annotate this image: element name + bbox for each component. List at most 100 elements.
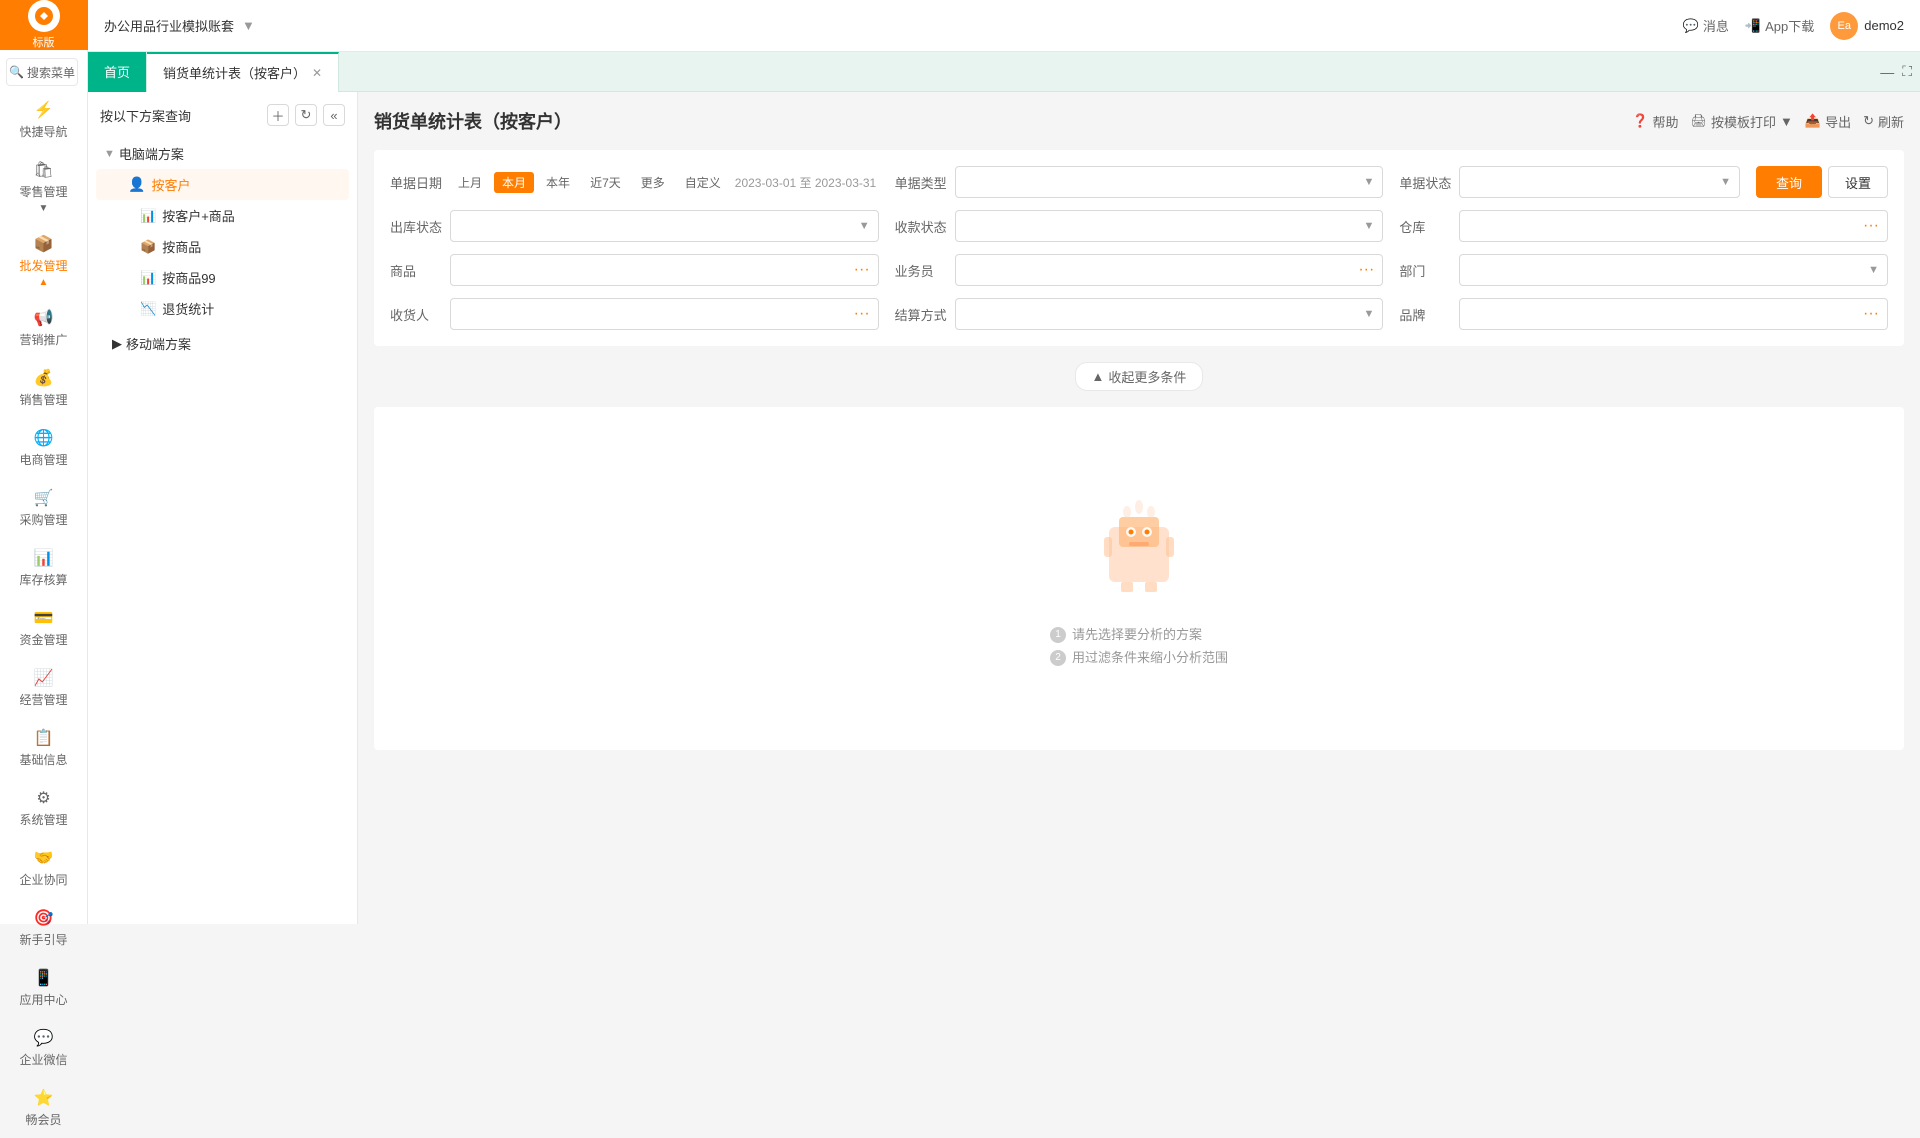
out-status-chevron-icon: ▼ [859,220,870,232]
doc-type-select[interactable]: ▼ [955,166,1384,198]
print-icon: 🖨 [1690,113,1707,129]
sidebar-item-wechat[interactable]: 💬 企业微信 [0,1018,87,1078]
filter-area: 单据日期 上月 本月 本年 近7天 更多 自定义 20 [374,150,1904,346]
tip-item-1: 1 请先选择要分析的方案 [1050,623,1228,646]
out-status-select[interactable]: ▼ [450,210,879,242]
date-tab-last-month[interactable]: 上月 [450,172,490,193]
goods-icon: 📦 [140,239,156,255]
message-button[interactable]: 💬 消息 [1683,16,1729,35]
date-tab-more[interactable]: 更多 [633,172,673,193]
desktop-group-header[interactable]: ▼ 电脑端方案 [96,138,349,169]
inventory-icon: 📊 [34,548,54,568]
receiver-dots-icon[interactable]: ··· [854,305,870,323]
topbar-title: 办公用品行业模拟账套 [104,16,234,35]
collapse-panel-button[interactable]: « [323,104,345,126]
brand-dots-icon[interactable]: ··· [1863,305,1879,323]
doc-status-label: 单据状态 [1399,173,1451,192]
receiver-label: 收货人 [390,305,442,324]
logo-icon [28,0,60,32]
brand-select[interactable]: ··· [1459,298,1888,330]
basic-icon: 📋 [34,728,54,748]
receiver-select[interactable]: ··· [450,298,879,330]
tip-num-2: 2 [1050,650,1066,666]
query-button[interactable]: 查询 [1756,166,1822,198]
sidebar-item-purchase[interactable]: 🛒 采购管理 [0,478,87,538]
refresh-scheme-button[interactable]: ↻ [295,104,317,126]
user-menu[interactable]: Ea demo2 [1830,12,1904,40]
appstore-icon: 📱 [34,968,54,988]
sidebar-item-member[interactable]: ⭐ 畅会员 [0,1078,87,1138]
mobile-group-header[interactable]: ▶ 移动端方案 [104,328,341,359]
finance-icon: 💳 [34,608,54,628]
warehouse-select[interactable]: ··· [1459,210,1888,242]
add-scheme-button[interactable]: ＋ [267,104,289,126]
tree-item-by-goods-99[interactable]: 📊 按商品99 [96,262,349,293]
topbar-dropdown-icon[interactable]: ▼ [242,18,255,33]
topbar-right: 💬 消息 📲 App下载 Ea demo2 [1683,12,1904,40]
salesman-select[interactable]: ··· [955,254,1384,286]
refresh-button[interactable]: ↻ 刷新 [1863,112,1904,131]
sidebar-item-finance[interactable]: 💳 资金管理 [0,598,87,658]
export-button[interactable]: 📤 导出 [1805,112,1851,131]
sidebar-item-retail[interactable]: 🛍 零售管理 ▼ [0,150,87,224]
tree-item-by-goods[interactable]: 📦 按商品 [96,231,349,262]
mobile-toggle-icon: ▶ [112,336,122,352]
tab-home[interactable]: 首页 [88,52,147,92]
sidebar-item-system[interactable]: ⚙ 系统管理 [0,778,87,838]
filter-primary-actions: 查询 设置 [1756,166,1888,198]
app-download-button[interactable]: 📲 App下载 [1745,16,1814,35]
search-menu-button[interactable]: 🔍 搜索菜单 [6,58,78,86]
department-select[interactable]: ▼ [1459,254,1888,286]
filter-doc-type: 单据类型 ▼ [895,166,1384,198]
date-range-text: 2023-03-01 至 2023-03-31 [735,174,876,191]
help-button[interactable]: ❓ 帮助 [1632,112,1678,131]
logo[interactable]: 标版 [0,0,88,50]
sidebar-item-wholesale[interactable]: 📦 批发管理 ▲ [0,224,87,298]
tree-item-by-customer-goods[interactable]: 📊 按客户+商品 [96,200,349,231]
collapse-button[interactable]: ▲ 收起更多条件 [1075,362,1204,391]
date-tab-this-year[interactable]: 本年 [538,172,578,193]
set-button[interactable]: 设置 [1828,166,1888,198]
left-panel-actions: ＋ ↻ « [267,104,345,126]
salesman-dots-icon[interactable]: ··· [1358,261,1374,279]
sidebar-item-operations[interactable]: 📈 经营管理 [0,658,87,718]
tab-sales-stat[interactable]: 销货单统计表（按客户） ✕ [147,52,339,92]
doc-status-select[interactable]: ▼ [1459,166,1740,198]
sidebar-item-sales[interactable]: 💰 销售管理 [0,358,87,418]
search-menu-section: 🔍 搜索菜单 [0,50,87,90]
collapse-row: ▲ 收起更多条件 [374,358,1904,395]
filter-row-1: 单据日期 上月 本月 本年 近7天 更多 自定义 20 [390,166,1888,198]
date-tab-last-7[interactable]: 近7天 [582,172,629,193]
goods-dots-icon[interactable]: ··· [854,261,870,279]
tab-minimize-icon[interactable]: — [1880,64,1894,80]
tab-maximize-icon[interactable]: ⛶ [1902,63,1912,80]
filter-salesman: 业务员 ··· [895,254,1384,286]
sidebar-item-appstore[interactable]: 📱 应用中心 [0,958,87,1018]
filter-warehouse: 仓库 ··· [1399,210,1888,242]
sidebar-item-inventory[interactable]: 📊 库存核算 [0,538,87,598]
sidebar-item-basic[interactable]: 📋 基础信息 [0,718,87,778]
receive-status-select[interactable]: ▼ [955,210,1384,242]
tab-close-icon[interactable]: ✕ [312,66,322,80]
purchase-icon: 🛒 [34,488,54,508]
goods-select[interactable]: ··· [450,254,879,286]
sidebar-item-ecommerce[interactable]: 🌐 电商管理 [0,418,87,478]
tabs-bar: 首页 销货单统计表（按客户） ✕ — ⛶ [88,52,1920,92]
filter-receiver: 收货人 ··· [390,298,879,330]
shortcut-icon: ⚡ [34,100,54,120]
print-button[interactable]: 🖨 按模板打印 ▼ [1690,112,1792,131]
page-header: 销货单统计表（按客户） ❓ 帮助 🖨 按模板打印 ▼ 📤 [374,108,1904,134]
sidebar-item-newbie[interactable]: 🎯 新手引导 [0,898,87,958]
date-tab-custom[interactable]: 自定义 [677,172,729,193]
warehouse-dots-icon[interactable]: ··· [1863,217,1879,235]
sidebar-item-enterprise[interactable]: 🤝 企业协同 [0,838,87,898]
tree-item-by-customer[interactable]: 👤 按客户 [96,169,349,200]
tree-item-return-stat[interactable]: 📉 退货统计 [96,293,349,324]
page-title: 销货单统计表（按客户） [374,108,572,134]
settlement-select[interactable]: ▼ [955,298,1384,330]
tip-num-1: 1 [1050,627,1066,643]
sidebar-item-marketing[interactable]: 📢 营销推广 [0,298,87,358]
department-chevron-icon: ▼ [1868,264,1879,276]
date-tab-this-month[interactable]: 本月 [494,172,534,193]
sidebar-item-shortcut[interactable]: ⚡ 快捷导航 [0,90,87,150]
